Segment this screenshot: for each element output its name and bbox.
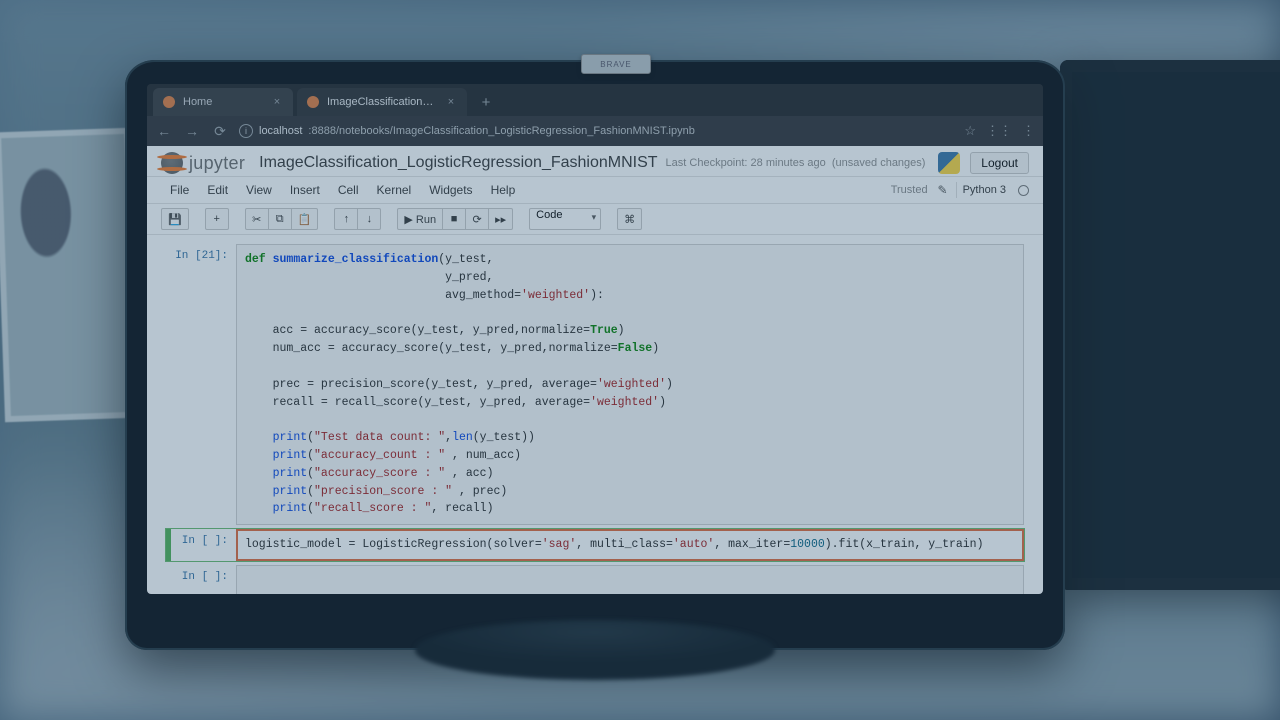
menu-file[interactable]: File (161, 179, 198, 201)
close-icon[interactable]: × (271, 96, 283, 108)
python-logo-icon (938, 152, 960, 174)
menu-help[interactable]: Help (482, 179, 525, 201)
jupyter-favicon-icon (163, 96, 175, 108)
cell-prompt: In [ ]: (166, 565, 236, 594)
browser-tab-notebook[interactable]: ImageClassification_LogisticR… × (297, 88, 467, 116)
forward-button[interactable]: → (183, 123, 201, 139)
command-palette-button[interactable]: ⌘ (617, 208, 642, 230)
jupyter-brand-text: jupyter (189, 153, 245, 174)
url-field[interactable]: i localhost :8888/notebooks/ImageClassif… (239, 124, 954, 138)
interrupt-button[interactable]: ■ (442, 208, 466, 230)
edit-icon[interactable]: ✎ (936, 183, 950, 197)
menu-edit[interactable]: Edit (198, 179, 237, 201)
browser-tab-home[interactable]: Home × (153, 88, 293, 116)
page-content: jupyter ImageClassification_LogisticRegr… (147, 146, 1043, 594)
tab-title: Home (183, 96, 263, 108)
close-icon[interactable]: × (445, 96, 457, 108)
menu-insert[interactable]: Insert (281, 179, 329, 201)
browser-tabstrip: Home × ImageClassification_LogisticR… × … (147, 84, 1043, 116)
kernel-name[interactable]: Python 3 (956, 182, 1012, 198)
code-cell[interactable]: In [21]:def summarize_classification(y_t… (165, 243, 1025, 526)
tab-title: ImageClassification_LogisticR… (327, 96, 437, 108)
menu-kernel[interactable]: Kernel (368, 179, 421, 201)
code-cell[interactable]: In [ ]: (165, 564, 1025, 594)
kernel-status-icon (1018, 185, 1029, 196)
copy-button[interactable]: ⧉ (268, 208, 292, 230)
trusted-indicator[interactable]: Trusted (891, 184, 928, 196)
cell-prompt: In [21]: (166, 244, 236, 525)
back-button[interactable]: ← (155, 123, 173, 139)
secondary-monitor (1060, 60, 1280, 590)
jupyter-menubar: File Edit View Insert Cell Kernel Widget… (147, 176, 1043, 204)
restart-run-all-button[interactable]: ▸▸ (488, 208, 513, 230)
webcam-sticker: BRAVE (581, 54, 651, 74)
jupyter-header: jupyter ImageClassification_LogisticRegr… (147, 146, 1043, 176)
notebook-title[interactable]: ImageClassification_LogisticRegression_F… (259, 154, 657, 172)
logout-button[interactable]: Logout (970, 152, 1029, 174)
site-info-icon[interactable]: i (239, 124, 253, 138)
url-rest: :8888/notebooks/ImageClassification_Logi… (308, 125, 694, 137)
monitor-stand (415, 620, 775, 680)
jupyter-logo-icon (161, 152, 183, 174)
bookmark-icon[interactable]: ☆ (964, 123, 976, 139)
reload-button[interactable]: ⟳ (211, 123, 229, 140)
jupyter-favicon-icon (307, 96, 319, 108)
jupyter-logo[interactable]: jupyter (161, 152, 245, 174)
move-up-button[interactable]: ↑ (334, 208, 358, 230)
save-button[interactable]: 💾 (161, 208, 189, 230)
cell-input[interactable] (236, 565, 1024, 594)
browser-window: Home × ImageClassification_LogisticR… × … (147, 84, 1043, 594)
menu-view[interactable]: View (237, 179, 281, 201)
browser-addressbar: ← → ⟳ i localhost :8888/notebooks/ImageC… (147, 116, 1043, 146)
url-host: localhost (259, 125, 302, 137)
jupyter-toolbar: 💾 + ✂ ⧉ 📋 ↑ ↓ ▶ R (147, 204, 1043, 235)
monitor-frame: BRAVE Home × ImageClassification_Logisti… (125, 60, 1065, 650)
restart-button[interactable]: ⟳ (465, 208, 489, 230)
add-cell-button[interactable]: + (205, 208, 229, 230)
extensions-icon[interactable]: ⋮⋮ (986, 123, 1012, 139)
cell-input[interactable]: logistic_model = LogisticRegression(solv… (236, 529, 1024, 561)
menu-icon[interactable]: ⋮ (1022, 123, 1035, 139)
cell-prompt: In [ ]: (166, 529, 236, 561)
new-tab-button[interactable]: + (475, 91, 497, 113)
screen: Home × ImageClassification_LogisticR… × … (147, 84, 1043, 594)
move-down-button[interactable]: ↓ (357, 208, 381, 230)
paste-button[interactable]: 📋 (291, 208, 319, 230)
notebook-area[interactable]: In [21]:def summarize_classification(y_t… (147, 235, 1043, 594)
menu-cell[interactable]: Cell (329, 179, 368, 201)
cell-input[interactable]: def summarize_classification(y_test, y_p… (236, 244, 1024, 525)
checkpoint-text: Last Checkpoint: 28 minutes ago (unsaved… (666, 157, 926, 169)
run-button[interactable]: ▶ Run (397, 208, 443, 230)
menu-widgets[interactable]: Widgets (420, 179, 481, 201)
cut-button[interactable]: ✂ (245, 208, 269, 230)
code-cell[interactable]: In [ ]:logistic_model = LogisticRegressi… (165, 528, 1025, 562)
cell-type-select[interactable]: Code (529, 208, 601, 230)
wall-photo (0, 128, 140, 423)
